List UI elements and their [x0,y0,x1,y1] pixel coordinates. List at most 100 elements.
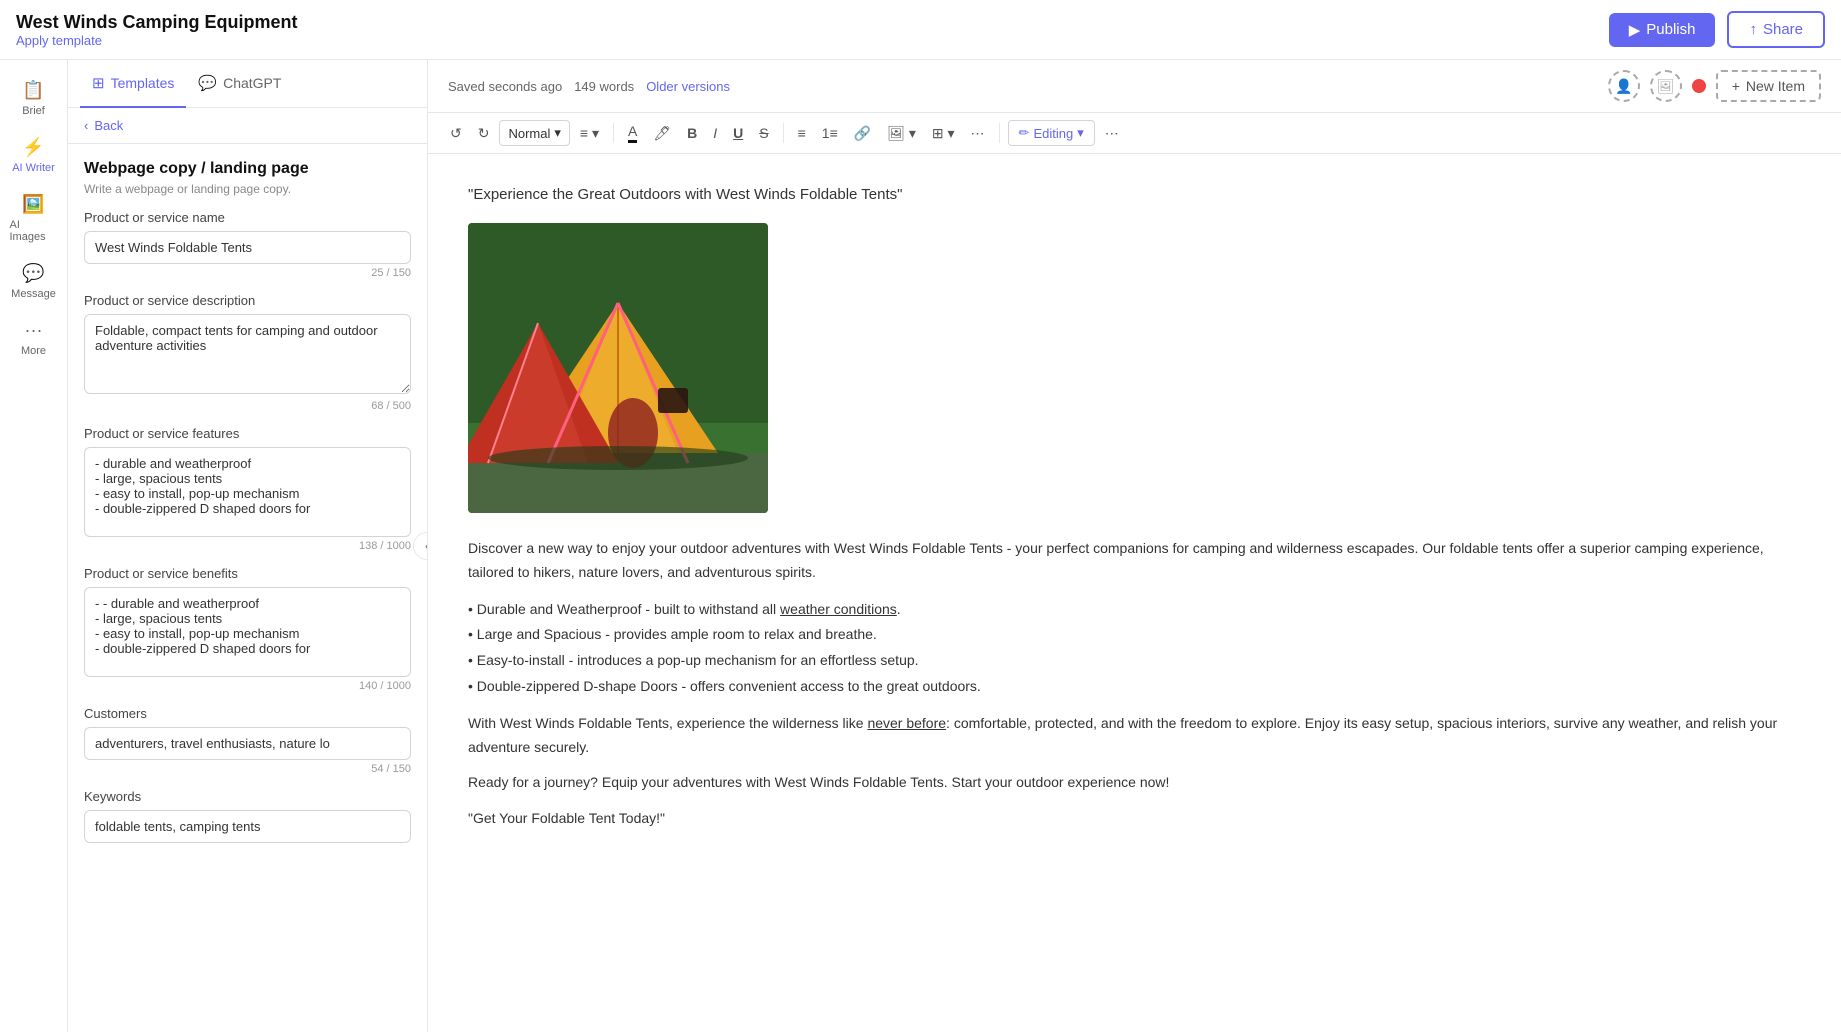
list-item: Large and Spacious - provides ample room… [468,622,1801,648]
tent-image [468,223,768,513]
product-name-input[interactable] [84,231,411,264]
field-label-product-description: Product or service description [84,293,411,308]
bold-icon: B [687,125,697,141]
link-button[interactable]: 🔗 [848,121,877,146]
keywords-input[interactable] [84,810,411,843]
ai-images-icon: 🖼️ [22,194,44,215]
sidebar-item-brief[interactable]: 📋 Brief [4,72,64,125]
editor-body[interactable]: "Experience the Great Outdoors with West… [428,154,1841,1032]
font-color-icon: A [628,123,637,143]
tab-templates[interactable]: ⊞ Templates [80,60,186,108]
more-options-button[interactable]: ⋯ [965,121,991,146]
field-label-product-features: Product or service features [84,426,411,441]
table-button[interactable]: ⊞ ▾ [926,121,961,146]
sidebar-item-ai-writer[interactable]: ⚡ AI Writer [4,129,64,182]
sidebar-item-message[interactable]: 💬 Message [4,255,64,308]
top-header: West Winds Camping Equipment Apply templ… [0,0,1841,60]
new-item-button[interactable]: + New Item [1716,70,1821,102]
underline-button[interactable]: U [727,121,749,145]
bold-button[interactable]: B [681,121,703,145]
document-title: West Winds Camping Equipment [16,12,298,33]
editing-label: Editing [1033,126,1073,141]
tab-chatgpt[interactable]: 💬 ChatGPT [186,60,293,108]
strikethrough-button[interactable]: S [753,121,774,145]
never-before-text: never before [867,715,946,731]
editor-cta-final: "Get Your Foldable Tent Today!" [468,807,1801,831]
brief-icon: 📋 [22,80,44,101]
panel-section-subtitle: Write a webpage or landing page copy. [84,182,411,196]
sidebar-item-more[interactable]: ··· More [4,312,64,365]
publish-button[interactable]: ▶ Publish [1609,13,1716,47]
chatgpt-tab-icon: 💬 [198,74,217,92]
style-selector[interactable]: Normal ▾ [499,120,569,146]
editor-bullet-list: Durable and Weatherproof - built to with… [468,597,1801,700]
editing-chevron-icon: ▾ [1077,125,1084,141]
panel-tabs: ⊞ Templates 💬 ChatGPT [68,60,427,108]
product-features-textarea[interactable]: - durable and weatherproof- large, spaci… [84,447,411,537]
panel-back-button[interactable]: ‹ Back [68,108,427,144]
customers-input[interactable] [84,727,411,760]
strikethrough-icon: S [759,125,768,141]
redo-button[interactable]: ↻ [472,121,496,146]
align-button[interactable]: ≡ ▾ [574,121,605,146]
sidebar-label-message: Message [11,288,56,300]
apply-template-link[interactable]: Apply template [16,33,298,48]
tab-chatgpt-label: ChatGPT [223,75,281,91]
editor-quote: "Experience the Great Outdoors with West… [468,186,1801,203]
highlight-icon: 🖊 [653,125,671,142]
list-item: Double-zippered D-shape Doors - offers c… [468,674,1801,700]
field-label-product-benefits: Product or service benefits [84,566,411,581]
field-label-product-name: Product or service name [84,210,411,225]
word-count: 149 words [574,79,634,94]
tent-svg [468,223,768,513]
italic-button[interactable]: I [707,121,723,145]
toolbar-divider-3 [999,123,1000,143]
editing-mode-selector[interactable]: ✏ Editing ▾ [1008,120,1095,146]
more-icon: ··· [25,320,43,341]
editor-topbar: Saved seconds ago 149 words Older versio… [428,60,1841,113]
back-label: Back [94,118,123,133]
share-button[interactable]: ↑ Share [1727,11,1825,48]
underline-icon: U [733,125,743,141]
panel: ⊞ Templates 💬 ChatGPT ‹ Back Webpage cop… [68,60,428,1032]
list-item: Easy-to-install - introduces a pop-up me… [468,648,1801,674]
older-versions-link[interactable]: Older versions [646,79,730,94]
numbered-list-button[interactable]: 1≡ [816,121,844,145]
image-button[interactable]: 🖼 ▾ [881,121,922,146]
weather-conditions-link[interactable]: weather conditions [780,601,897,617]
product-description-textarea[interactable]: Foldable, compact tents for camping and … [84,314,411,394]
avatar: 👤 [1608,70,1640,102]
style-label: Normal [508,126,550,141]
editing-pencil-icon: ✏ [1019,125,1030,141]
field-label-keywords: Keywords [84,789,411,804]
style-chevron-icon: ▾ [554,125,561,141]
left-sidebar: 📋 Brief ⚡ AI Writer 🖼️ AI Images 💬 Messa… [0,60,68,1032]
product-benefits-textarea[interactable]: - - durable and weatherproof- large, spa… [84,587,411,677]
sidebar-label-more: More [21,345,46,357]
panel-section-title: Webpage copy / landing page [84,160,411,178]
status-dot [1692,79,1706,93]
editor-image-container [468,223,1801,513]
toolbar-divider-1 [613,123,614,143]
sidebar-label-ai-writer: AI Writer [12,162,55,174]
product-name-counter: 25 / 150 [84,267,411,279]
product-description-counter: 68 / 500 [84,400,411,412]
bullet-list-button[interactable]: ≡ [792,121,812,145]
italic-icon: I [713,125,717,141]
extra-menu-button[interactable]: ⋯ [1099,121,1125,146]
product-features-counter: 138 / 1000 [84,540,411,552]
field-label-customers: Customers [84,706,411,721]
editor-topbar-left: Saved seconds ago 149 words Older versio… [448,79,730,94]
message-icon: 💬 [22,263,44,284]
editor-intro-paragraph: Discover a new way to enjoy your outdoor… [468,537,1801,585]
new-item-label: New Item [1746,78,1805,94]
toolbar-divider-2 [783,123,784,143]
text-color-button[interactable]: A [622,119,643,147]
header-left: West Winds Camping Equipment Apply templ… [16,12,298,48]
highlight-button[interactable]: 🖊 [647,121,677,146]
undo-button[interactable]: ↺ [444,121,468,146]
sidebar-item-ai-images[interactable]: 🖼️ AI Images [4,186,64,251]
back-chevron-icon: ‹ [84,118,88,133]
sidebar-label-ai-images: AI Images [10,219,58,243]
sidebar-label-brief: Brief [22,105,45,117]
